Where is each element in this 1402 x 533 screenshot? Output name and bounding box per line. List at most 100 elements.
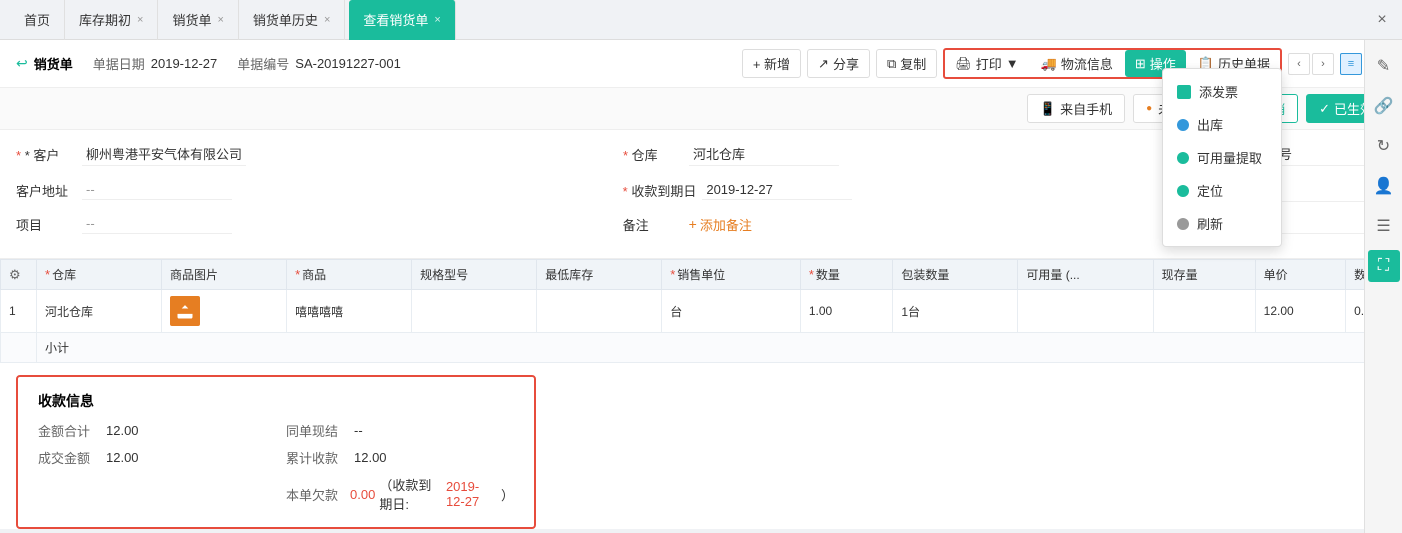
logistics-label: 物流信息 (1061, 54, 1113, 73)
balance-note: （收款到期日: (379, 475, 442, 513)
row-unit: 台 (662, 290, 801, 333)
window-close-button[interactable]: × (1362, 0, 1402, 40)
quantity-extract-label: 可用量提取 (1197, 148, 1262, 167)
right-sidebar: ✎ 🔗 ↻ 👤 ☰ ⛶ (1364, 40, 1402, 533)
row-product-image (162, 290, 287, 333)
list-view-button[interactable]: ≡ (1340, 53, 1362, 75)
print-dropdown-icon: ▼ (1006, 56, 1019, 71)
same-order-label: 同单现结 (286, 421, 346, 440)
share-label: 分享 (833, 54, 859, 73)
doc-meta: 单据日期 2019-12-27 单据编号 SA-20191227-001 (93, 54, 742, 73)
add-note-button[interactable]: + 添加备注 (689, 215, 752, 234)
table-row: 1 河北仓库 嘻嘻嘻嘻 台 1.00 1台 12.00 (1, 290, 1402, 333)
payment-info-box: 收款信息 金额合计 12.00 同单现结 -- 成交金额 12.00 累计收款 … (16, 375, 536, 529)
balance-label: 本单欠款 (286, 485, 346, 504)
tab-view-label: 查看销货单 (363, 10, 428, 29)
sidebar-user-button[interactable]: 👤 (1368, 170, 1400, 202)
tab-sales-close[interactable]: × (217, 14, 223, 26)
dropdown-quantity-extract[interactable]: 可用量提取 (1163, 141, 1281, 174)
sidebar-expand-button[interactable]: ⛶ (1368, 250, 1400, 282)
payment-title: 收款信息 (38, 391, 514, 411)
col-product-image: 商品图片 (162, 260, 287, 290)
tab-history-label: 销货单历史 (253, 10, 318, 29)
dropdown-outbound[interactable]: 出库 (1163, 108, 1281, 141)
tab-home[interactable]: 首页 (10, 0, 65, 40)
add-invoice-label: 添发票 (1199, 82, 1238, 101)
dropdown-refresh[interactable]: 刷新 (1163, 207, 1281, 240)
col-product: 商品 (287, 260, 412, 290)
balance-end: ） (501, 485, 514, 504)
same-order-value: -- (354, 423, 363, 438)
payment-grid: 金额合计 12.00 同单现结 -- 成交金额 12.00 累计收款 12.00… (38, 421, 514, 513)
doc-date-value: 2019-12-27 (151, 56, 218, 71)
transaction-amount-label: 成交金额 (38, 448, 98, 467)
row-package-qty: 1台 (893, 290, 1018, 333)
check-icon2: ✓ (1319, 101, 1330, 117)
col-available: 可用量 (... (1018, 260, 1153, 290)
prev-button[interactable]: ‹ (1288, 53, 1310, 75)
dropdown-locate[interactable]: 定位 (1163, 174, 1281, 207)
sidebar-link-button[interactable]: 🔗 (1368, 90, 1400, 122)
row-product: 嘻嘻嘻嘻 (287, 290, 412, 333)
balance-value: 0.00 (350, 487, 375, 502)
data-table: ⚙ 仓库 商品图片 商品 规格型号 最低库存 销售单位 数量 包装数量 可用量 … (0, 259, 1402, 363)
row-num: 1 (1, 290, 37, 333)
product-image-placeholder (170, 296, 200, 326)
tab-sales-order[interactable]: 销货单 × (158, 0, 238, 40)
row-min-stock (537, 290, 662, 333)
print-label: 打印 (976, 54, 1002, 73)
transaction-amount-value: 12.00 (106, 450, 139, 465)
total-amount-value: 12.00 (106, 423, 139, 438)
new-button[interactable]: + 新增 (742, 49, 801, 78)
outbound-label: 出库 (1197, 115, 1223, 134)
address-field: 客户地址 -- (16, 180, 563, 200)
print-icon: 🖨 (955, 56, 972, 72)
tab-view-close[interactable]: × (434, 14, 440, 26)
subtotal-label-text: 小计 (37, 333, 1402, 363)
print-button[interactable]: 🖨 打印 ▼ (945, 50, 1028, 77)
table-header-row: ⚙ 仓库 商品图片 商品 规格型号 最低库存 销售单位 数量 包装数量 可用量 … (1, 260, 1402, 290)
sidebar-edit-button[interactable]: ✎ (1368, 50, 1400, 82)
sidebar-refresh-button[interactable]: ↻ (1368, 130, 1400, 162)
operations-dropdown: 添发票 出库 可用量提取 定位 刷新 (1162, 68, 1282, 247)
col-min-stock: 最低库存 (537, 260, 662, 290)
due-date-label: * 收款到期日 (623, 181, 697, 200)
cumulative-label: 累计收款 (286, 448, 346, 467)
logistics-button[interactable]: 🚚 物流信息 (1031, 50, 1123, 77)
nav-arrows: ‹ › (1288, 53, 1334, 75)
project-value: -- (82, 214, 232, 234)
note-field: 备注 + 添加备注 (623, 215, 1170, 234)
row-spec (412, 290, 537, 333)
from-phone-button[interactable]: 📱 来自手机 (1027, 94, 1125, 123)
note-label: 备注 (623, 215, 683, 234)
copy-icon: ⧉ (887, 56, 896, 72)
tab-history-close[interactable]: × (324, 14, 330, 26)
doc-toolbar: + 新增 ↗ 分享 ⧉ 复制 🖨 打印 ▼ 🚚 物流信息 (742, 48, 1386, 79)
sidebar-list-button[interactable]: ☰ (1368, 210, 1400, 242)
product-image-icon (175, 301, 195, 321)
tab-inventory-init[interactable]: 库存期初 × (65, 0, 158, 40)
balance-row: 本单欠款 0.00 （收款到期日: 2019-12-27 ） (286, 475, 514, 513)
from-phone-label: 来自手机 (1060, 99, 1112, 118)
address-label: 客户地址 (16, 181, 76, 200)
tab-sales-history[interactable]: 销货单历史 × (239, 0, 345, 40)
subtotal-label (1, 333, 37, 363)
dropdown-add-invoice[interactable]: 添发票 (1163, 75, 1281, 108)
row-quantity: 1.00 (800, 290, 892, 333)
subtotal-row: 小计 (1, 333, 1402, 363)
warehouse-field: * 仓库 河北仓库 (623, 142, 1170, 166)
doc-date-label: 单据日期 (93, 54, 145, 73)
share-icon: ↗ (818, 56, 829, 72)
share-button[interactable]: ↗ 分享 (807, 49, 870, 78)
col-package-qty: 包装数量 (893, 260, 1018, 290)
tab-inventory-label: 库存期初 (79, 10, 131, 29)
table-section: ⚙ 仓库 商品图片 商品 规格型号 最低库存 销售单位 数量 包装数量 可用量 … (0, 259, 1402, 363)
tab-sales-label: 销货单 (172, 10, 211, 29)
tab-inventory-close[interactable]: × (137, 14, 143, 26)
tab-view-sales[interactable]: 查看销货单 × (349, 0, 455, 40)
next-button[interactable]: › (1312, 53, 1334, 75)
customer-field: * * 客户 柳州粤港平安气体有限公司 (16, 142, 563, 166)
settings-icon[interactable]: ⚙ (9, 267, 21, 282)
doc-icon: ↩ (16, 55, 28, 72)
copy-button[interactable]: ⧉ 复制 (876, 49, 937, 78)
